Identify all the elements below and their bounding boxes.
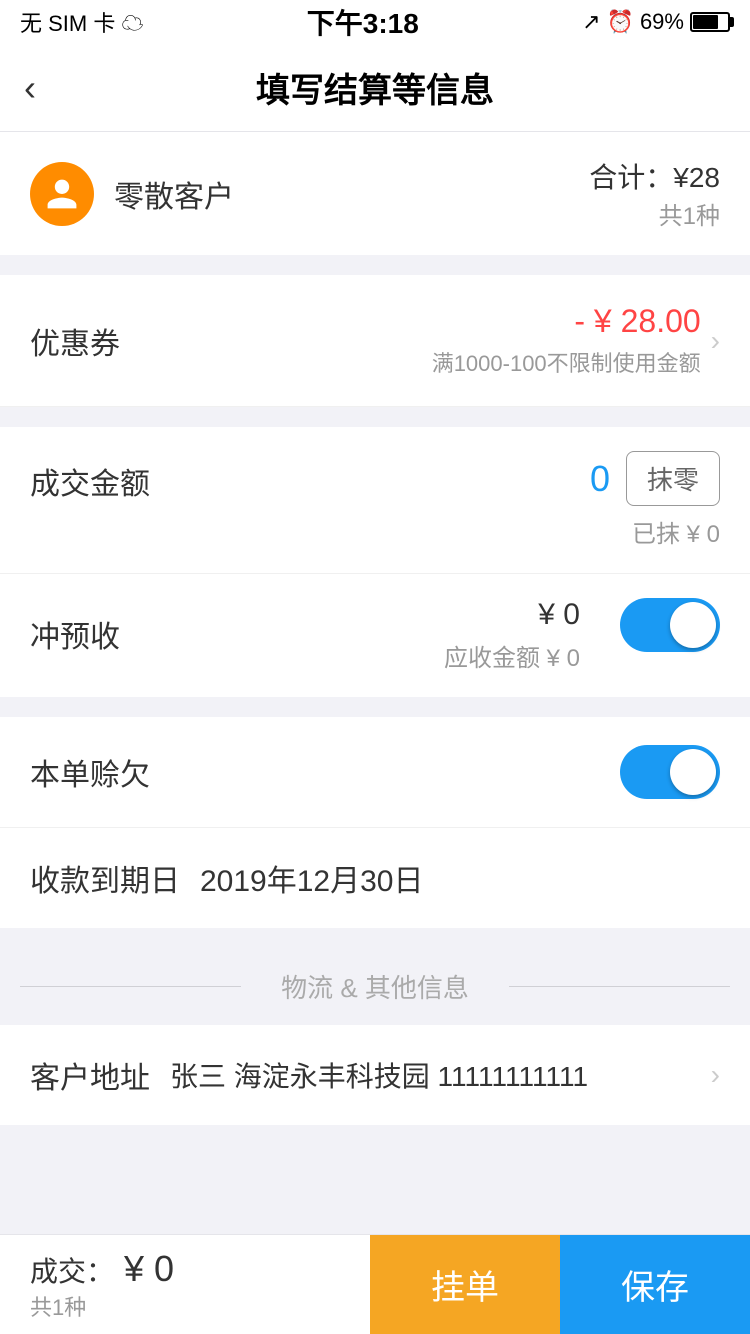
flush-prepay-toggle[interactable] — [620, 598, 720, 652]
bottom-deal-row: 成交： ¥ 0 — [30, 1248, 340, 1290]
direction-icon: ↗ — [582, 9, 600, 35]
round-off-button[interactable]: 抹零 — [626, 451, 720, 506]
coupon-chevron-icon: › — [711, 325, 720, 357]
customer-total-area: 合计：¥28 共1种 — [589, 156, 720, 231]
deal-amount-label: 成交金额 — [30, 451, 150, 503]
flush-prepay-label: 冲预收 — [30, 598, 120, 656]
due-date-label: 收款到期日 — [30, 856, 180, 900]
page-title: 填写结算等信息 — [256, 63, 494, 112]
save-button[interactable]: 保存 — [560, 1235, 750, 1334]
logistics-section-label: 物流 & 其他信息 — [261, 968, 489, 1005]
sim-status: 无 SIM 卡 ☁ — [20, 6, 143, 38]
back-button[interactable]: ‹ — [24, 67, 36, 109]
address-row[interactable]: 客户地址 张三 海淀永丰科技园 11111111111 › — [0, 1025, 750, 1125]
debit-section: 本单赊欠 收款到期日 2019年12月30日 — [0, 717, 750, 928]
status-bar: 无 SIM 卡 ☁ 下午3:18 ↗ ⏰ 69% — [0, 0, 750, 44]
customer-name: 零散客户 — [114, 172, 234, 216]
deal-amount-right: 0 抹零 已抹 ¥ 0 — [550, 451, 720, 549]
toggle-knob — [670, 602, 716, 648]
coupon-label: 优惠券 — [30, 319, 120, 363]
customer-avatar — [30, 162, 94, 226]
bottom-deal-label: 成交： — [30, 1250, 114, 1290]
debit-toggle[interactable] — [620, 745, 720, 799]
coupon-section: 优惠券 - ¥ 28.00 满1000-100不限制使用金额 › — [0, 275, 750, 407]
coupon-row[interactable]: 优惠券 - ¥ 28.00 满1000-100不限制使用金额 › — [0, 275, 750, 407]
deal-sub-label: 已抹 ¥ 0 — [632, 514, 720, 549]
debit-label: 本单赊欠 — [30, 750, 150, 794]
bottom-info: 成交： ¥ 0 共1种 — [0, 1235, 370, 1334]
flush-amount: ¥ 0 — [538, 598, 580, 632]
logistics-line-right — [509, 986, 730, 987]
logistics-divider: 物流 & 其他信息 — [0, 948, 750, 1025]
coupon-desc: 满1000-100不限制使用金额 — [432, 346, 701, 378]
address-value: 张三 海淀永丰科技园 11111111111 — [170, 1055, 711, 1095]
battery-percent: 69% — [640, 9, 684, 35]
flush-sub-label: 应收金额 ¥ 0 — [444, 638, 580, 673]
due-date-row: 收款到期日 2019年12月30日 — [0, 828, 750, 928]
address-label: 客户地址 — [30, 1053, 150, 1097]
flush-prepay-row: 冲预收 ¥ 0 应收金额 ¥ 0 — [0, 574, 750, 697]
alarm-icon: ⏰ — [607, 9, 634, 35]
deal-amount-row: 成交金额 0 抹零 已抹 ¥ 0 — [0, 427, 750, 574]
bottom-deal-amount: ¥ 0 — [124, 1248, 174, 1290]
status-time: 下午3:18 — [307, 2, 419, 42]
deal-section: 成交金额 0 抹零 已抹 ¥ 0 冲预收 ¥ 0 应收金额 ¥ 0 — [0, 427, 750, 697]
hold-button[interactable]: 挂单 — [370, 1235, 560, 1334]
nav-bar: ‹ 填写结算等信息 — [0, 44, 750, 132]
customer-info: 零散客户 — [30, 162, 234, 226]
flush-prepay-right: ¥ 0 应收金额 ¥ 0 — [444, 598, 580, 673]
customer-total: 合计：¥28 — [589, 156, 720, 196]
status-left: 无 SIM 卡 ☁ — [20, 6, 143, 38]
due-date-value[interactable]: 2019年12月30日 — [200, 856, 423, 900]
coupon-right: - ¥ 28.00 满1000-100不限制使用金额 › — [432, 303, 720, 378]
logistics-line-left — [20, 986, 241, 987]
deal-amount-value[interactable]: 0 — [550, 458, 610, 500]
customer-row: 零散客户 合计：¥28 共1种 — [0, 132, 750, 255]
debit-row: 本单赊欠 — [0, 717, 750, 828]
address-section: 客户地址 张三 海淀永丰科技园 11111111111 › — [0, 1025, 750, 1125]
address-chevron-icon: › — [711, 1059, 720, 1091]
customer-count: 共1种 — [589, 196, 720, 231]
status-right: ↗ ⏰ 69% — [582, 9, 730, 35]
bottom-count: 共1种 — [30, 1290, 340, 1322]
coupon-amount: - ¥ 28.00 — [574, 303, 700, 340]
battery-icon — [690, 12, 730, 32]
bottom-bar: 成交： ¥ 0 共1种 挂单 保存 — [0, 1234, 750, 1334]
debit-toggle-knob — [670, 749, 716, 795]
